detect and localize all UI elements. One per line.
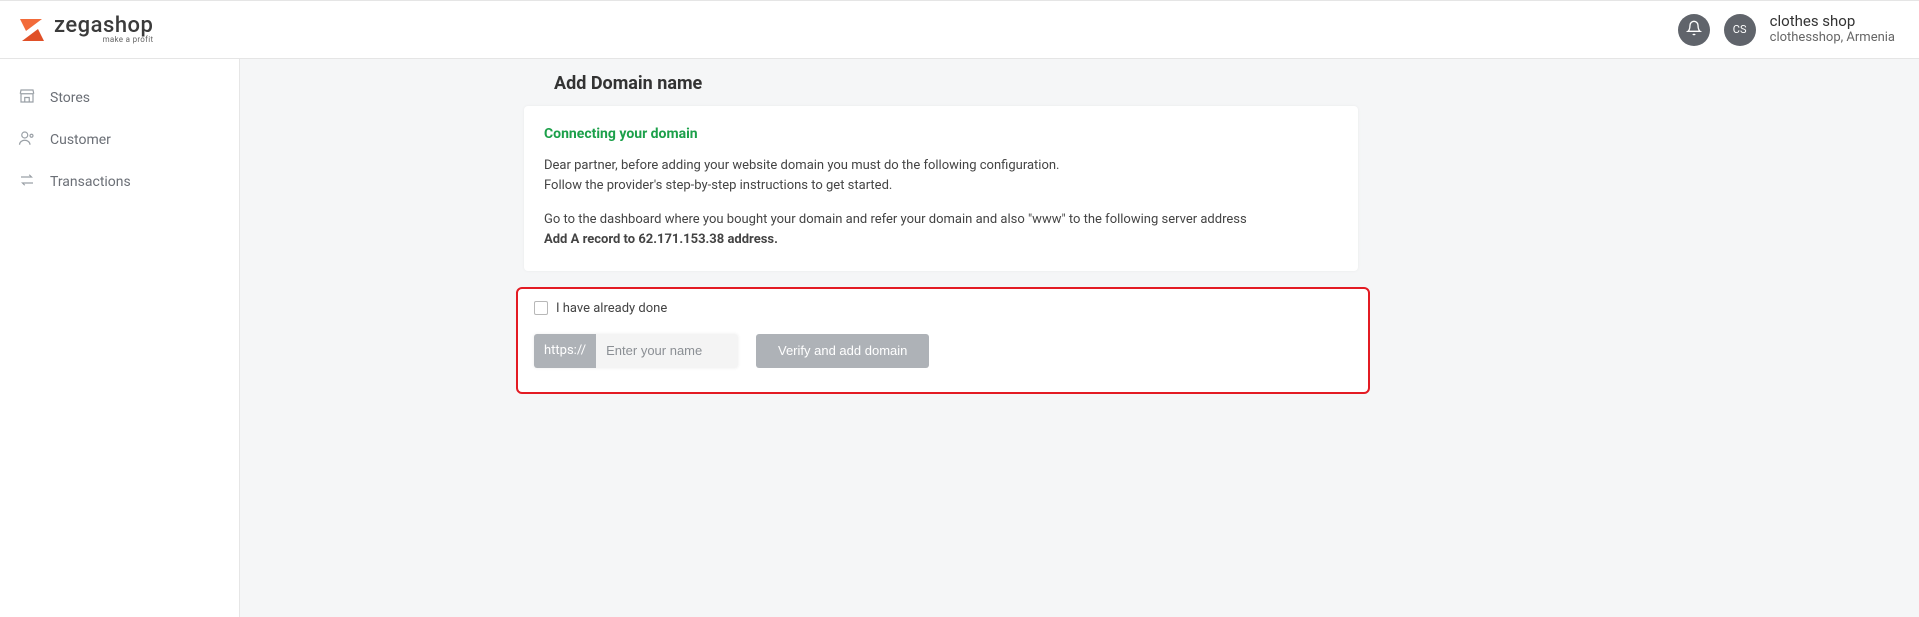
checkbox-label: I have already done <box>556 301 667 316</box>
sidebar-item-label: Transactions <box>50 174 131 190</box>
info-line: Add A record to 62.171.153.38 address. <box>544 230 1338 250</box>
topbar: zegashop make a profit CS clothes shop c… <box>0 0 1919 59</box>
action-card: I have already done https:// Verify and … <box>516 287 1370 394</box>
customer-icon <box>18 129 36 151</box>
info-line: Dear partner, before adding your website… <box>544 156 1338 176</box>
sidebar-item-label: Customer <box>50 132 111 148</box>
avatar-initials: CS <box>1733 23 1747 36</box>
store-location: clothesshop, Armenia <box>1770 31 1895 46</box>
sidebar-item-stores[interactable]: Stores <box>0 77 239 119</box>
domain-input[interactable] <box>596 334 738 368</box>
url-prefix: https:// <box>534 334 596 368</box>
sidebar-item-label: Stores <box>50 90 90 106</box>
logo[interactable]: zegashop make a profit <box>16 14 153 46</box>
bell-icon <box>1686 20 1702 39</box>
info-card: Connecting your domain Dear partner, bef… <box>524 106 1358 271</box>
a-record-text: Add A record to 62.171.153.38 address. <box>544 232 778 247</box>
info-line: Follow the provider's step-by-step instr… <box>544 176 1338 196</box>
topbar-right: CS clothes shop clothesshop, Armenia <box>1678 13 1895 45</box>
store-name: clothes shop <box>1770 13 1895 30</box>
brand-name: zegashop <box>54 15 153 37</box>
sidebar-item-customer[interactable]: Customer <box>0 119 239 161</box>
logo-mark-icon <box>16 14 48 46</box>
url-input-group: https:// <box>534 334 738 368</box>
notifications-button[interactable] <box>1678 14 1710 46</box>
sidebar-item-transactions[interactable]: Transactions <box>0 161 239 203</box>
page-title: Add Domain name <box>240 59 1919 106</box>
avatar[interactable]: CS <box>1724 14 1756 46</box>
already-done-row[interactable]: I have already done <box>534 301 1352 316</box>
main-content: Add Domain name Connecting your domain D… <box>240 59 1919 617</box>
info-line: Go to the dashboard where you bought you… <box>544 210 1338 230</box>
already-done-checkbox[interactable] <box>534 301 548 315</box>
verify-add-domain-button[interactable]: Verify and add domain <box>756 334 929 368</box>
card-heading: Connecting your domain <box>544 126 1338 142</box>
input-row: https:// Verify and add domain <box>534 334 1352 368</box>
store-icon <box>18 87 36 109</box>
transactions-icon <box>18 171 36 193</box>
store-info[interactable]: clothes shop clothesshop, Armenia <box>1770 13 1895 45</box>
sidebar: Stores Customer Transactions <box>0 59 240 617</box>
